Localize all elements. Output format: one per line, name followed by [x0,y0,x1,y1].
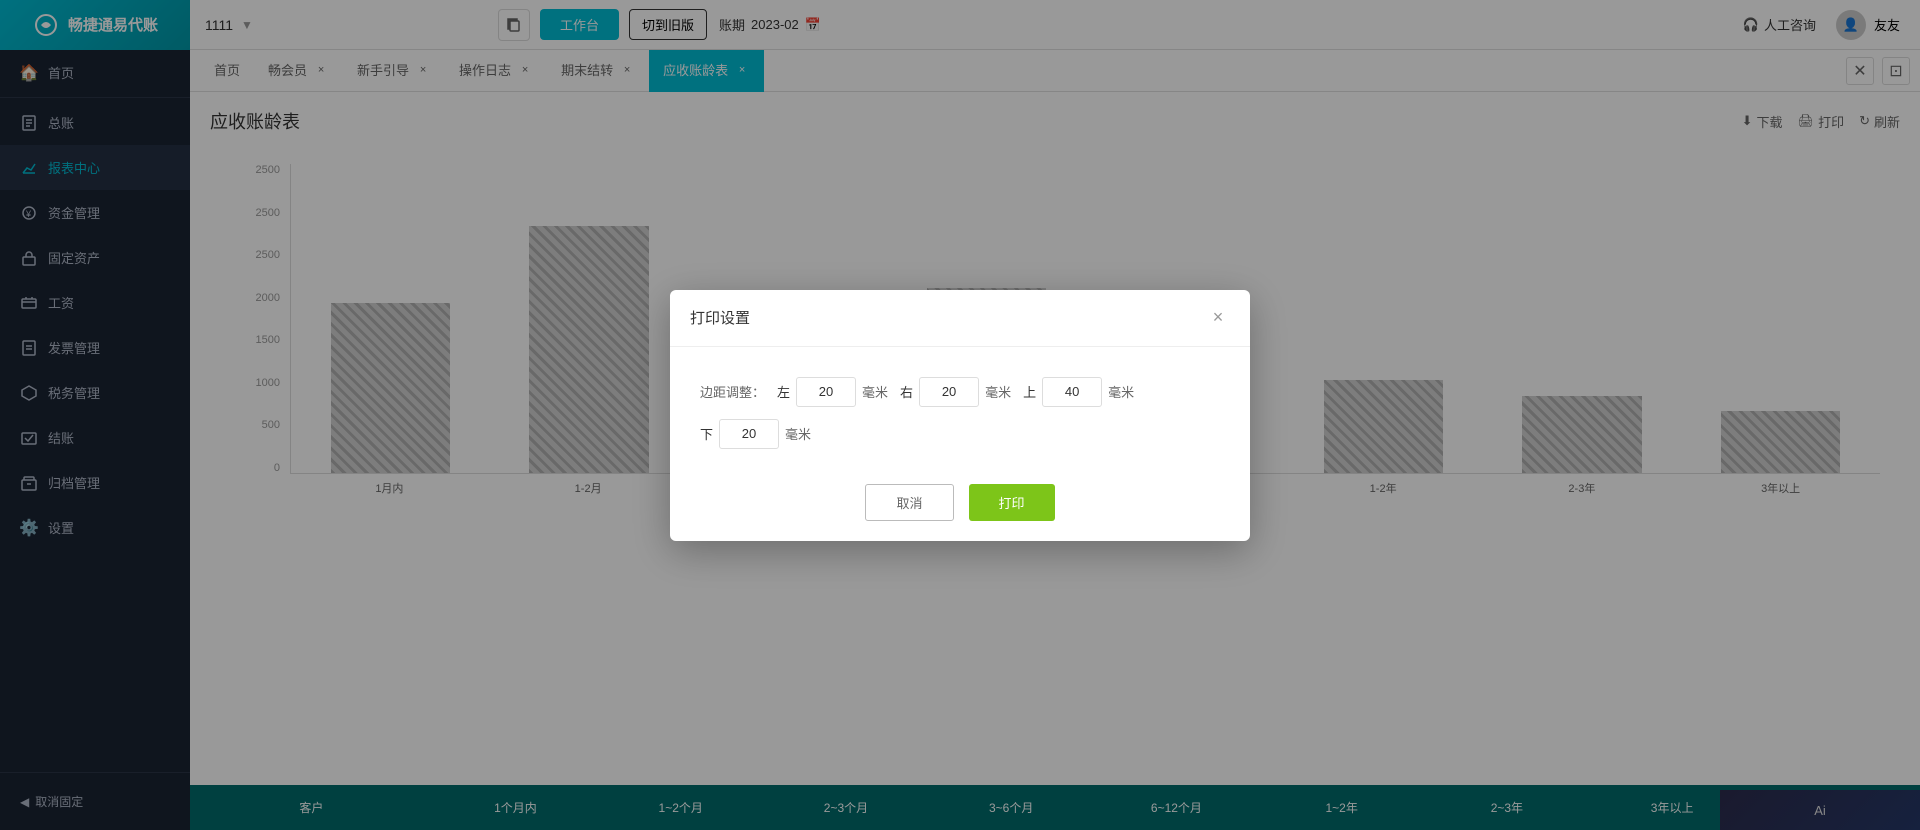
dialog-body: 边距调整： 左 毫米 右 毫米 上 毫米 下 [670,347,1250,469]
top-margin-group: 上 毫米 [1023,377,1134,407]
right-label: 右 [900,382,913,401]
bottom-label: 下 [700,424,713,443]
ai-label: Ai [1814,803,1826,818]
right-margin-input[interactable] [919,377,979,407]
print-settings-dialog: 打印设置 × 边距调整： 左 毫米 右 毫米 上 毫米 [670,290,1250,541]
dialog-close-button[interactable]: × [1206,306,1230,330]
top-label: 上 [1023,382,1036,401]
top-margin-input[interactable] [1042,377,1102,407]
cancel-button[interactable]: 取消 [865,484,953,521]
margin-row: 边距调整： 左 毫米 右 毫米 上 毫米 下 [700,377,1220,449]
dialog-overlay[interactable]: 打印设置 × 边距调整： 左 毫米 右 毫米 上 毫米 [0,0,1920,830]
left-unit: 毫米 [862,382,888,401]
bottom-margin-input[interactable] [719,419,779,449]
dialog-header: 打印设置 × [670,290,1250,347]
right-unit: 毫米 [985,382,1011,401]
dialog-title: 打印设置 [690,307,750,328]
left-margin-input[interactable] [796,377,856,407]
left-label: 左 [777,382,790,401]
margin-label: 边距调整： [700,382,765,401]
right-margin-group: 右 毫米 [900,377,1011,407]
print-confirm-button[interactable]: 打印 [969,484,1055,521]
bottom-unit: 毫米 [785,424,811,443]
top-unit: 毫米 [1108,382,1134,401]
bottom-margin-group: 下 毫米 [700,419,811,449]
ai-bar[interactable]: Ai [1720,790,1920,830]
left-margin-group: 左 毫米 [777,377,888,407]
dialog-footer: 取消 打印 [670,469,1250,541]
